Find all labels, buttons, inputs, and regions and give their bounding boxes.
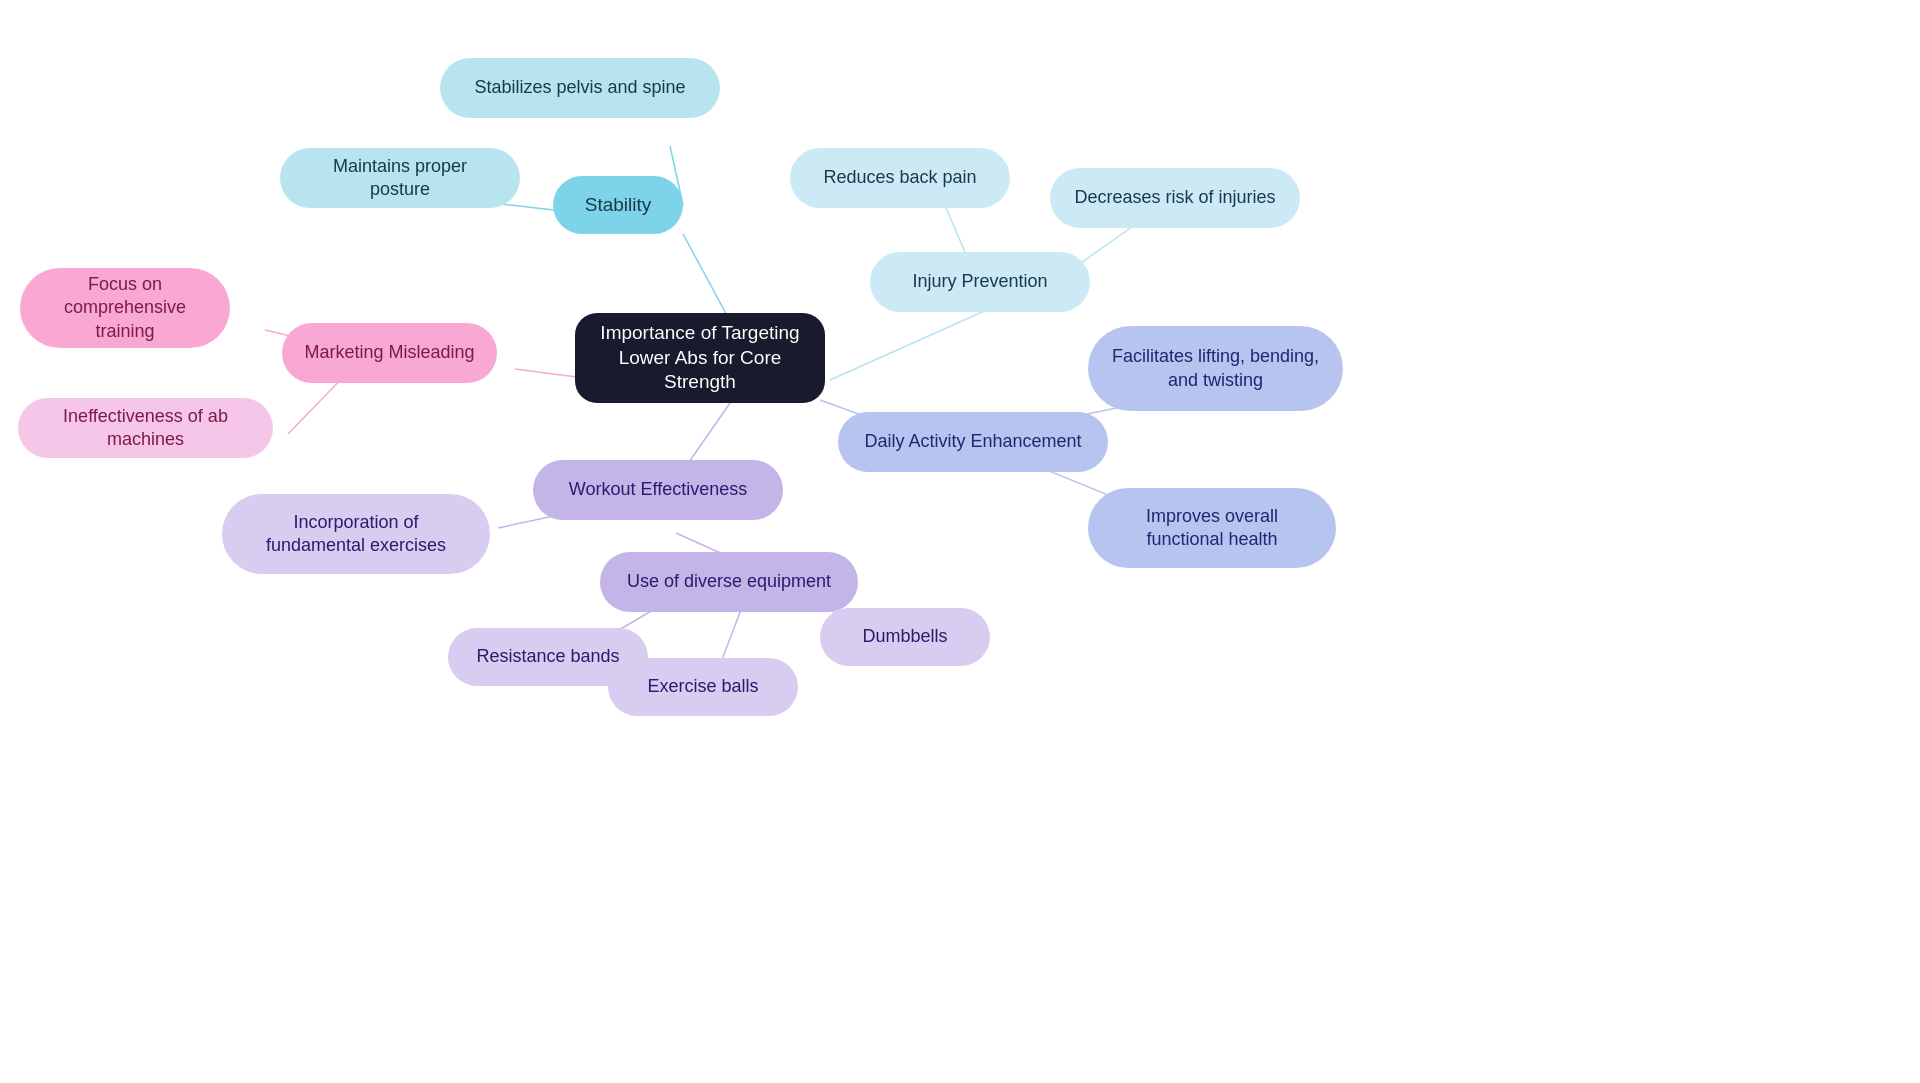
marketing-node: Marketing Misleading (282, 323, 497, 383)
maintains-label: Maintains proper posture (302, 155, 498, 202)
ineffective-label: Ineffectiveness of ab machines (40, 405, 251, 452)
stability-node: Stability (553, 176, 683, 234)
facilitates-node: Facilitates lifting, bending, and twisti… (1088, 326, 1343, 411)
reduces-node: Reduces back pain (790, 148, 1010, 208)
focus-node: Focus on comprehensive training (20, 268, 230, 348)
marketing-label: Marketing Misleading (304, 341, 474, 364)
injury-node: Injury Prevention (870, 252, 1090, 312)
incorporation-label: Incorporation of fundamental exercises (244, 511, 468, 558)
stability-label: Stability (585, 193, 652, 218)
stabilizes-label: Stabilizes pelvis and spine (474, 76, 685, 99)
reduces-label: Reduces back pain (823, 166, 976, 189)
stabilizes-node: Stabilizes pelvis and spine (440, 58, 720, 118)
dumbbells-label: Dumbbells (862, 625, 947, 648)
svg-line-3 (830, 304, 1000, 380)
center-node: Importance of Targeting Lower Abs for Co… (575, 313, 825, 403)
daily-label: Daily Activity Enhancement (864, 430, 1081, 453)
diverse-node: Use of diverse equipment (600, 552, 858, 612)
facilitates-label: Facilitates lifting, bending, and twisti… (1110, 345, 1321, 392)
daily-node: Daily Activity Enhancement (838, 412, 1108, 472)
improves-node: Improves overall functional health (1088, 488, 1336, 568)
exercise-node: Exercise balls (608, 658, 798, 716)
center-label: Importance of Targeting Lower Abs for Co… (597, 321, 803, 395)
focus-label: Focus on comprehensive training (42, 273, 208, 343)
workout-node: Workout Effectiveness (533, 460, 783, 520)
maintains-node: Maintains proper posture (280, 148, 520, 208)
improves-label: Improves overall functional health (1110, 505, 1314, 552)
decreases-label: Decreases risk of injuries (1074, 186, 1275, 209)
incorporation-node: Incorporation of fundamental exercises (222, 494, 490, 574)
injury-label: Injury Prevention (912, 270, 1047, 293)
dumbbells-node: Dumbbells (820, 608, 990, 666)
decreases-node: Decreases risk of injuries (1050, 168, 1300, 228)
ineffective-node: Ineffectiveness of ab machines (18, 398, 273, 458)
resistance-label: Resistance bands (476, 645, 619, 668)
exercise-label: Exercise balls (647, 675, 758, 698)
diverse-label: Use of diverse equipment (627, 570, 831, 593)
workout-label: Workout Effectiveness (569, 478, 747, 501)
